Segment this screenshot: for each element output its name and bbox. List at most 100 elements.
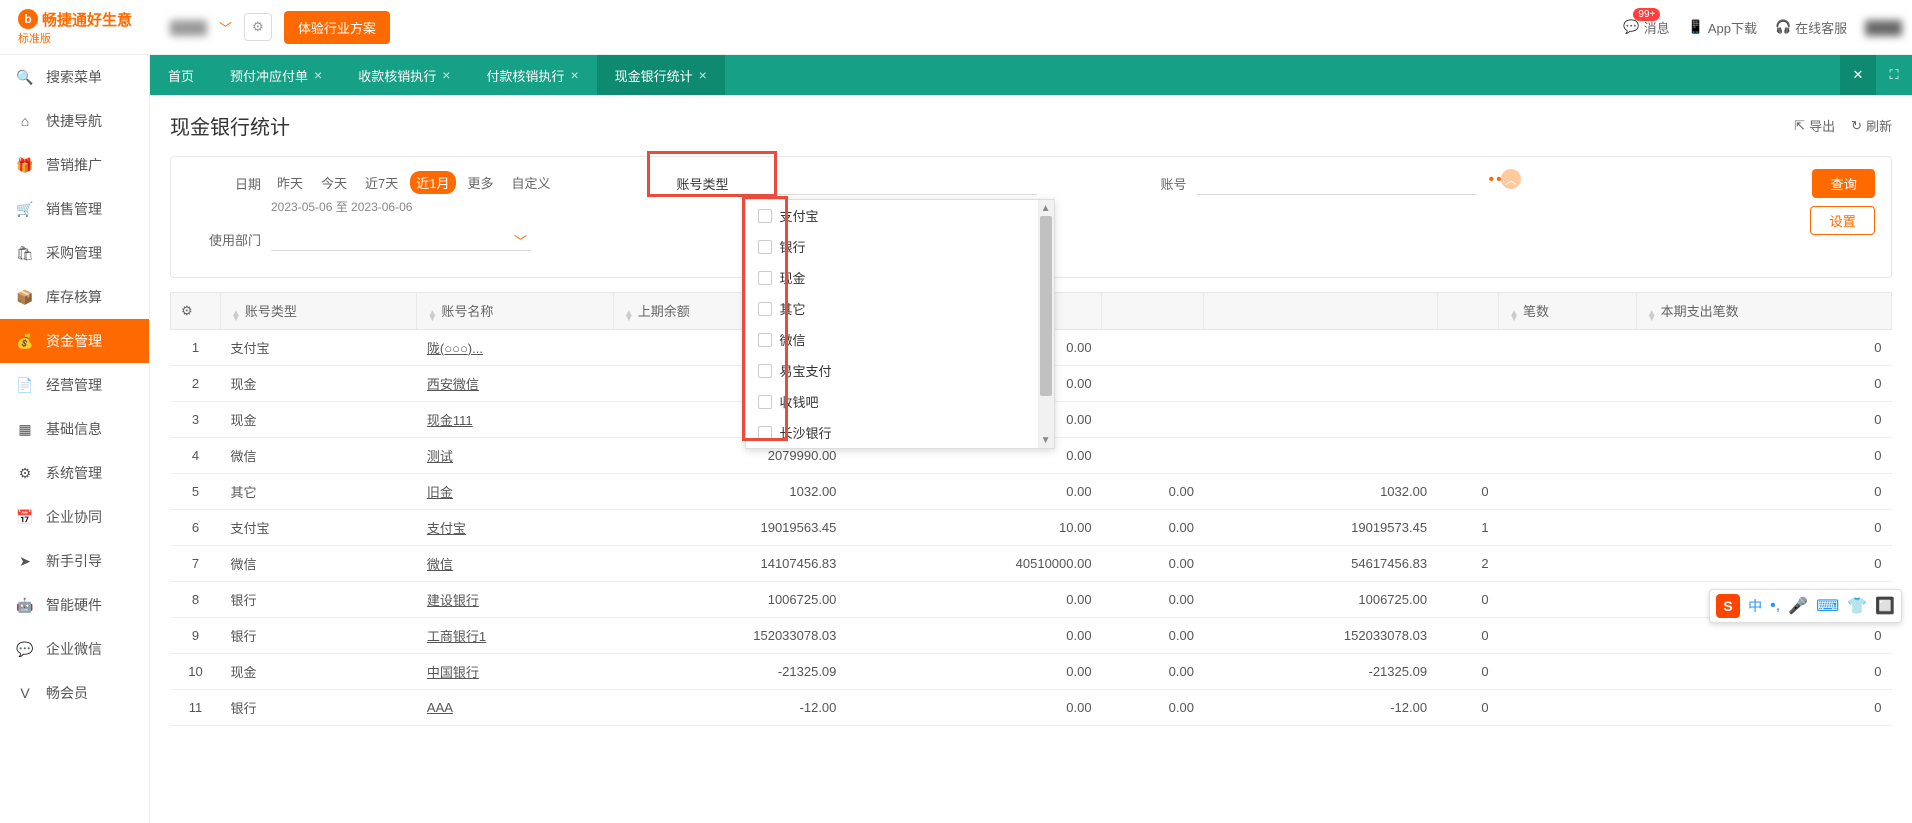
tab-预付冲应付单[interactable]: 预付冲应付单×	[212, 55, 340, 95]
sort-icon[interactable]: ▲▼	[1509, 311, 1519, 321]
ime-lang[interactable]: 中	[1748, 596, 1762, 616]
date-option-近7天[interactable]: 近7天	[359, 171, 404, 194]
account-type-input[interactable]	[737, 171, 1037, 195]
sidebar-item-搜索菜单[interactable]: 🔍搜索菜单	[0, 55, 149, 99]
sidebar-item-资金管理[interactable]: 💰资金管理	[0, 319, 149, 363]
date-option-更多[interactable]: 更多	[462, 171, 500, 194]
sidebar-item-销售管理[interactable]: 🛒销售管理	[0, 187, 149, 231]
collapse-button[interactable]: ︿	[1501, 169, 1521, 189]
sidebar-item-畅会员[interactable]: V畅会员	[0, 671, 149, 715]
dropdown-item-支付宝[interactable]: 支付宝	[746, 200, 1054, 231]
scroll-down-icon[interactable]: ▼	[1038, 432, 1054, 448]
dropdown-scrollbar[interactable]: ▲ ▼	[1038, 200, 1054, 448]
column-header[interactable]: ▲▼笔数	[1499, 293, 1637, 330]
export-button[interactable]: ⇱导出	[1794, 116, 1835, 135]
column-header[interactable]	[1437, 293, 1499, 330]
settings-icon[interactable]: ⚙	[244, 13, 272, 41]
sidebar-item-经营管理[interactable]: 📄经营管理	[0, 363, 149, 407]
sidebar-item-智能硬件[interactable]: 🤖智能硬件	[0, 583, 149, 627]
sidebar-item-基础信息[interactable]: ▦基础信息	[0, 407, 149, 451]
sort-icon[interactable]: ▲▼	[427, 311, 437, 321]
ime-toolbox-icon[interactable]: 🔲	[1875, 596, 1895, 616]
cell-name[interactable]: 陇(○○○)...	[417, 330, 613, 366]
date-option-近1月[interactable]: 近1月	[410, 171, 455, 194]
sidebar-item-库存核算[interactable]: 📦库存核算	[0, 275, 149, 319]
sidebar-item-企业微信[interactable]: 💬企业微信	[0, 627, 149, 671]
checkbox[interactable]	[758, 395, 772, 409]
store-selector[interactable]: ████	[170, 20, 207, 35]
close-icon[interactable]: ×	[314, 67, 322, 83]
cell-name[interactable]: 中国银行	[417, 654, 613, 690]
column-header[interactable]: ▲▼账号名称	[417, 293, 613, 330]
tab-现金银行统计[interactable]: 现金银行统计×	[597, 55, 725, 95]
ime-punct-icon[interactable]: •,	[1770, 597, 1780, 615]
close-icon[interactable]: ×	[570, 67, 578, 83]
account-input[interactable]	[1197, 171, 1477, 195]
sidebar-item-采购管理[interactable]: 🛍采购管理	[0, 231, 149, 275]
cell-name[interactable]: 工商银行1	[417, 618, 613, 654]
tab-首页[interactable]: 首页	[150, 55, 212, 95]
refresh-button[interactable]: ↻刷新	[1851, 116, 1892, 135]
sort-icon[interactable]: ▲▼	[1647, 311, 1657, 321]
dept-input[interactable]	[271, 227, 531, 251]
tab-收款核销执行[interactable]: 收款核销执行×	[340, 55, 468, 95]
close-icon[interactable]: ×	[699, 67, 707, 83]
ime-keyboard-icon[interactable]: ⌨	[1816, 596, 1839, 616]
cell-name[interactable]: 微信	[417, 546, 613, 582]
tab-付款核销执行[interactable]: 付款核销执行×	[468, 55, 596, 95]
online-service-button[interactable]: 🎧在线客服	[1775, 18, 1847, 37]
dropdown-item-易宝支付[interactable]: 易宝支付	[746, 355, 1054, 386]
checkbox[interactable]	[758, 271, 772, 285]
sidebar-item-企业协同[interactable]: 📅企业协同	[0, 495, 149, 539]
ime-skin-icon[interactable]: 👕	[1847, 596, 1867, 616]
sidebar-item-快捷导航[interactable]: ⌂快捷导航	[0, 99, 149, 143]
checkbox[interactable]	[758, 333, 772, 347]
column-header[interactable]: ▲▼本期支出笔数	[1636, 293, 1891, 330]
sort-icon[interactable]: ▲▼	[231, 311, 241, 321]
dropdown-item-收钱吧[interactable]: 收钱吧	[746, 386, 1054, 417]
sidebar-item-系统管理[interactable]: ⚙系统管理	[0, 451, 149, 495]
checkbox[interactable]	[758, 240, 772, 254]
experience-button[interactable]: 体验行业方案	[284, 11, 390, 44]
scrollbar-thumb[interactable]	[1040, 216, 1052, 396]
query-button[interactable]: 查询	[1812, 169, 1875, 198]
settings-button[interactable]: 设置	[1810, 206, 1875, 235]
sidebar-item-新手引导[interactable]: ➤新手引导	[0, 539, 149, 583]
account-type-field[interactable]: 账号类型 ▲ ▼ 支付宝银行现金其它	[677, 171, 1037, 195]
date-option-昨天[interactable]: 昨天	[271, 171, 309, 194]
ime-toolbar[interactable]: S 中 •, 🎤 ⌨ 👕 🔲	[1709, 589, 1902, 623]
checkbox[interactable]	[758, 302, 772, 316]
chevron-down-icon[interactable]: ﹀	[514, 231, 527, 250]
column-header[interactable]	[1204, 293, 1437, 330]
cell-name[interactable]: 旧金	[417, 474, 613, 510]
cell-name[interactable]: 支付宝	[417, 510, 613, 546]
checkbox[interactable]	[758, 209, 772, 223]
dropdown-item-其它[interactable]: 其它	[746, 293, 1054, 324]
dropdown-item-现金[interactable]: 现金	[746, 262, 1054, 293]
cell-name[interactable]: 西安微信	[417, 366, 613, 402]
scroll-up-icon[interactable]: ▲	[1038, 200, 1054, 216]
column-header[interactable]: ▲▼账号类型	[221, 293, 417, 330]
cell-name[interactable]: AAA	[417, 690, 613, 726]
dropdown-item-微信[interactable]: 微信	[746, 324, 1054, 355]
app-download-button[interactable]: 📱App下载	[1688, 18, 1757, 37]
column-header[interactable]	[1102, 293, 1204, 330]
checkbox[interactable]	[758, 364, 772, 378]
column-settings-icon[interactable]: ⚙	[171, 293, 221, 330]
sort-icon[interactable]: ▲▼	[624, 311, 634, 321]
messages-button[interactable]: 💬 消息 99+	[1623, 18, 1669, 37]
ime-mic-icon[interactable]: 🎤	[1788, 596, 1808, 616]
chevron-down-icon[interactable]: ﹀	[219, 18, 232, 37]
date-option-自定义[interactable]: 自定义	[506, 171, 557, 194]
cell-name[interactable]: 测试	[417, 438, 613, 474]
checkbox[interactable]	[758, 426, 772, 440]
sidebar-item-营销推广[interactable]: 🎁营销推广	[0, 143, 149, 187]
close-tab-button[interactable]: ✕	[1840, 55, 1876, 95]
close-icon[interactable]: ×	[442, 67, 450, 83]
user-menu[interactable]: ████	[1865, 20, 1902, 35]
dropdown-item-长沙银行[interactable]: 长沙银行	[746, 417, 1054, 448]
date-option-今天[interactable]: 今天	[315, 171, 353, 194]
cell-name[interactable]: 建设银行	[417, 582, 613, 618]
fullscreen-button[interactable]: ⛶	[1876, 55, 1912, 95]
dropdown-item-银行[interactable]: 银行	[746, 231, 1054, 262]
